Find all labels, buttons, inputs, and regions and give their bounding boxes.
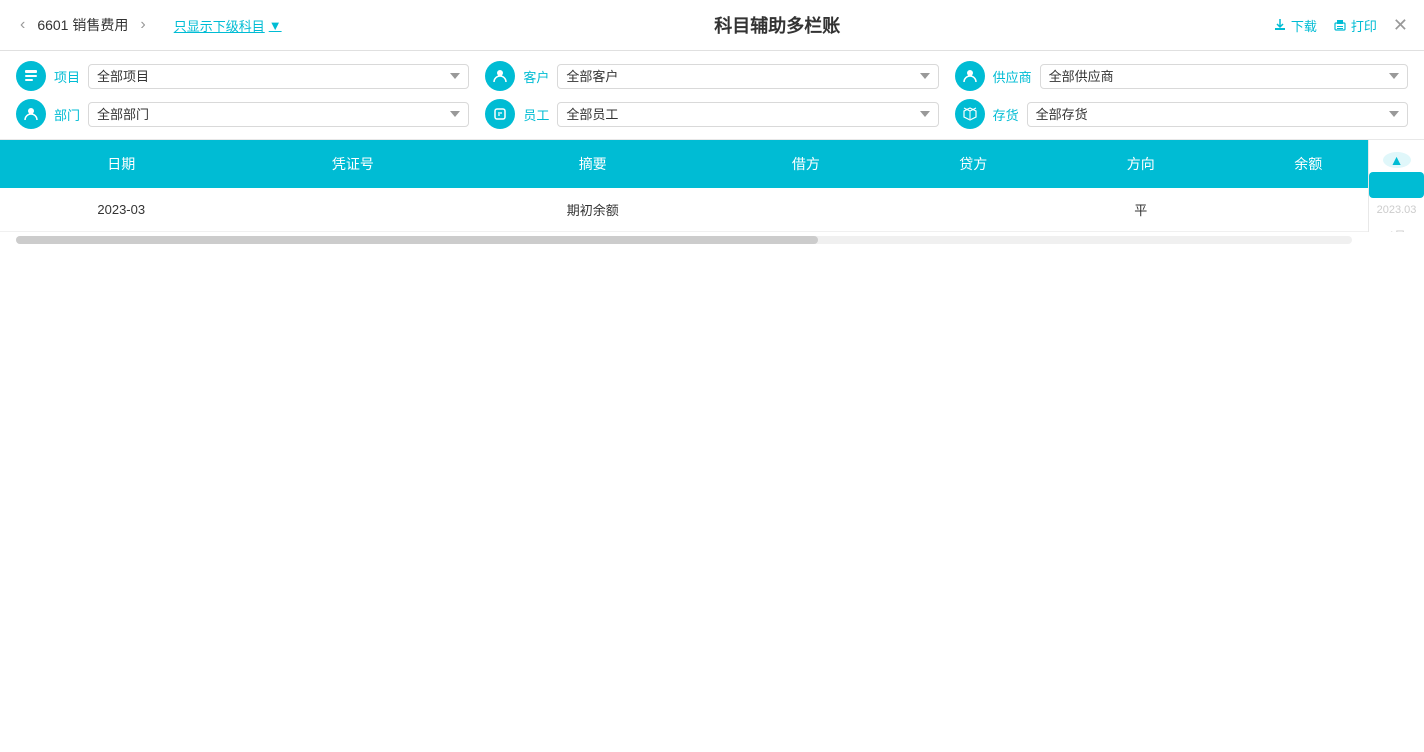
next-account-btn[interactable]: › bbox=[136, 16, 149, 34]
supplier-icon bbox=[955, 61, 985, 91]
cell-date: 2023-03 bbox=[0, 188, 243, 232]
ledger-table: 日期 凭证号 摘要 借方 贷方 方向 余额 2023-03 期初余额 平 bbox=[0, 140, 1392, 232]
col-date: 日期 bbox=[0, 140, 243, 188]
supplier-select[interactable]: 全部供应商 bbox=[1040, 64, 1408, 89]
col-summary: 摘要 bbox=[463, 140, 722, 188]
filter-inventory: 存货 全部存货 bbox=[955, 99, 1408, 129]
col-balance: 余额 bbox=[1224, 140, 1392, 188]
supplier-label: 供应商 bbox=[993, 67, 1032, 86]
timeline-up-btn[interactable]: ▲ bbox=[1383, 152, 1411, 168]
inventory-label: 存货 bbox=[993, 105, 1019, 124]
print-icon bbox=[1333, 18, 1347, 32]
timeline-sidebar: ▲ 2023.03 2023.03 4月 5月 6月 7月 8月 9月 10月 … bbox=[1368, 140, 1424, 232]
cell-summary: 期初余额 bbox=[463, 188, 722, 232]
col-credit: 贷方 bbox=[890, 140, 1057, 188]
filter-customer: 客户 全部客户 bbox=[485, 61, 938, 91]
project-icon bbox=[16, 61, 46, 91]
timeline-period-selected-1[interactable]: 2023.03 bbox=[1369, 172, 1424, 198]
horizontal-scrollbar[interactable] bbox=[0, 232, 1368, 248]
filter-project: 项目 全部项目 bbox=[16, 61, 469, 91]
download-btn[interactable]: 下载 bbox=[1273, 16, 1317, 35]
employee-select[interactable]: 全部员工 bbox=[557, 102, 938, 127]
ledger-table-container: 日期 凭证号 摘要 借方 贷方 方向 余额 2023-03 期初余额 平 bbox=[0, 140, 1392, 232]
project-select[interactable]: 全部项目 bbox=[88, 64, 469, 89]
filter-employee: 员工 全部员工 bbox=[485, 99, 938, 129]
cell-balance bbox=[1224, 188, 1392, 232]
customer-icon bbox=[485, 61, 515, 91]
project-label: 项目 bbox=[54, 67, 80, 86]
print-btn[interactable]: 打印 bbox=[1333, 16, 1377, 35]
timeline-period-2[interactable]: 2023.03 bbox=[1369, 198, 1424, 224]
filter-supplier: 供应商 全部供应商 bbox=[955, 61, 1408, 91]
dept-select[interactable]: 全部部门 bbox=[88, 102, 469, 127]
cell-credit bbox=[890, 188, 1057, 232]
timeline-period-4[interactable]: 4月 bbox=[1369, 223, 1424, 232]
col-direction: 方向 bbox=[1057, 140, 1224, 188]
filter-dept: 部门 全部部门 bbox=[16, 99, 469, 129]
col-voucher: 凭证号 bbox=[243, 140, 464, 188]
dept-icon bbox=[16, 99, 46, 129]
cell-direction: 平 bbox=[1057, 188, 1224, 232]
dept-label: 部门 bbox=[54, 105, 80, 124]
show-sub-btn[interactable]: 只显示下级科目 ▼ bbox=[174, 16, 282, 35]
employee-label: 员工 bbox=[523, 105, 549, 124]
account-code: 6601 销售费用 bbox=[37, 15, 128, 35]
customer-label: 客户 bbox=[523, 67, 549, 86]
table-row: 2023-03 期初余额 平 bbox=[0, 188, 1392, 232]
inventory-icon bbox=[955, 99, 985, 129]
prev-account-btn[interactable]: ‹ bbox=[16, 16, 29, 34]
cell-debit bbox=[722, 188, 889, 232]
page-title: 科目辅助多栏账 bbox=[282, 12, 1273, 38]
close-btn[interactable]: ✕ bbox=[1393, 15, 1408, 36]
inventory-select[interactable]: 全部存货 bbox=[1027, 102, 1408, 127]
customer-select[interactable]: 全部客户 bbox=[557, 64, 938, 89]
cell-voucher bbox=[243, 188, 464, 232]
download-icon bbox=[1273, 18, 1287, 32]
col-debit: 借方 bbox=[722, 140, 889, 188]
filter-bar: 项目 全部项目 客户 全部客户 供应商 bbox=[0, 51, 1424, 140]
employee-icon bbox=[485, 99, 515, 129]
